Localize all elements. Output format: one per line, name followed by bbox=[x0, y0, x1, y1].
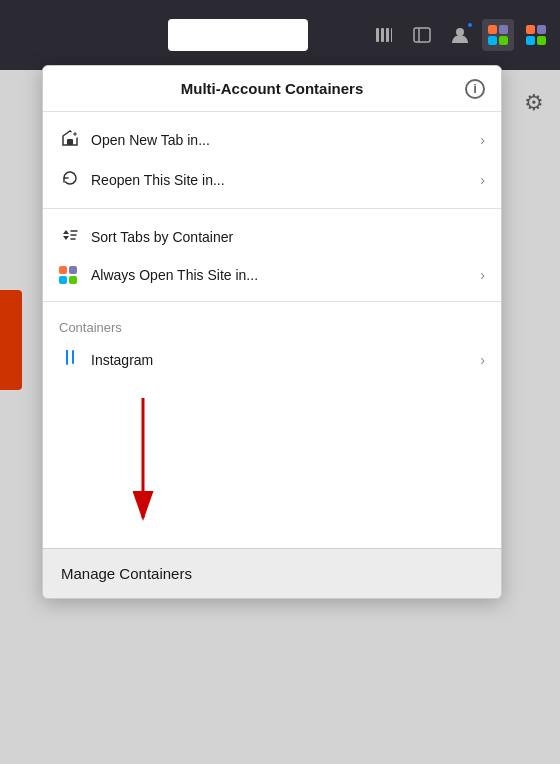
open-tab-icon bbox=[59, 129, 81, 151]
gear-icon[interactable]: ⚙ bbox=[524, 90, 544, 116]
menu-section-2: Sort Tabs by Container Always Open This … bbox=[43, 209, 501, 302]
reopen-chevron: › bbox=[480, 172, 485, 188]
multicontainer-quad-icon bbox=[526, 25, 546, 45]
arrow-area bbox=[43, 388, 501, 548]
instagram-container-item[interactable]: Instagram › bbox=[43, 339, 501, 380]
info-icon[interactable]: i bbox=[465, 79, 485, 99]
sort-icon bbox=[59, 226, 81, 248]
open-new-tab-label: Open New Tab in... bbox=[91, 132, 470, 148]
instagram-container-icon bbox=[59, 348, 81, 371]
sort-tabs-item[interactable]: Sort Tabs by Container bbox=[43, 217, 501, 257]
account-badge bbox=[466, 21, 474, 29]
always-open-label: Always Open This Site in... bbox=[91, 267, 470, 283]
svg-rect-0 bbox=[376, 28, 379, 42]
toolbar-icons bbox=[368, 19, 552, 51]
svg-rect-2 bbox=[386, 28, 389, 42]
svg-rect-4 bbox=[414, 28, 430, 42]
instagram-chevron: › bbox=[480, 352, 485, 368]
reopen-label: Reopen This Site in... bbox=[91, 172, 470, 188]
reopen-icon bbox=[59, 169, 81, 191]
svg-rect-7 bbox=[67, 139, 73, 145]
always-open-item[interactable]: Always Open This Site in... › bbox=[43, 257, 501, 293]
containers-label: Containers bbox=[43, 310, 501, 339]
library-icon[interactable] bbox=[368, 19, 400, 51]
avatar-icon[interactable] bbox=[444, 19, 476, 51]
sidebar-icon[interactable] bbox=[406, 19, 438, 51]
multicontainer-toolbar-icon bbox=[488, 25, 508, 45]
reopen-site-item[interactable]: Reopen This Site in... › bbox=[43, 160, 501, 200]
open-new-tab-item[interactable]: Open New Tab in... › bbox=[43, 120, 501, 160]
always-open-quad bbox=[59, 266, 77, 284]
always-open-icon bbox=[59, 266, 81, 284]
containers-section: Containers Instagram › bbox=[43, 302, 501, 388]
svg-rect-1 bbox=[381, 28, 384, 42]
open-tab-chevron: › bbox=[480, 132, 485, 148]
sort-tabs-label: Sort Tabs by Container bbox=[91, 229, 485, 245]
multicontainer-dropdown: Multi-Account Containers i Open New Tab … bbox=[42, 65, 502, 599]
svg-point-6 bbox=[456, 28, 464, 36]
manage-containers-item[interactable]: Manage Containers bbox=[43, 548, 501, 598]
always-open-chevron: › bbox=[480, 267, 485, 283]
multicontainer-icon[interactable] bbox=[520, 19, 552, 51]
address-bar[interactable] bbox=[168, 19, 308, 51]
menu-section-1: Open New Tab in... › Reopen This Site in… bbox=[43, 112, 501, 209]
browser-toolbar bbox=[0, 0, 560, 70]
svg-rect-10 bbox=[72, 350, 74, 364]
extensions-icon[interactable] bbox=[482, 19, 514, 51]
svg-rect-3 bbox=[391, 28, 392, 42]
instagram-label: Instagram bbox=[91, 352, 470, 368]
dropdown-title: Multi-Account Containers bbox=[181, 80, 364, 97]
sidebar-strip bbox=[0, 290, 22, 390]
manage-containers-label: Manage Containers bbox=[61, 565, 192, 582]
annotation-arrow bbox=[83, 388, 283, 548]
dropdown-header: Multi-Account Containers i bbox=[43, 66, 501, 112]
